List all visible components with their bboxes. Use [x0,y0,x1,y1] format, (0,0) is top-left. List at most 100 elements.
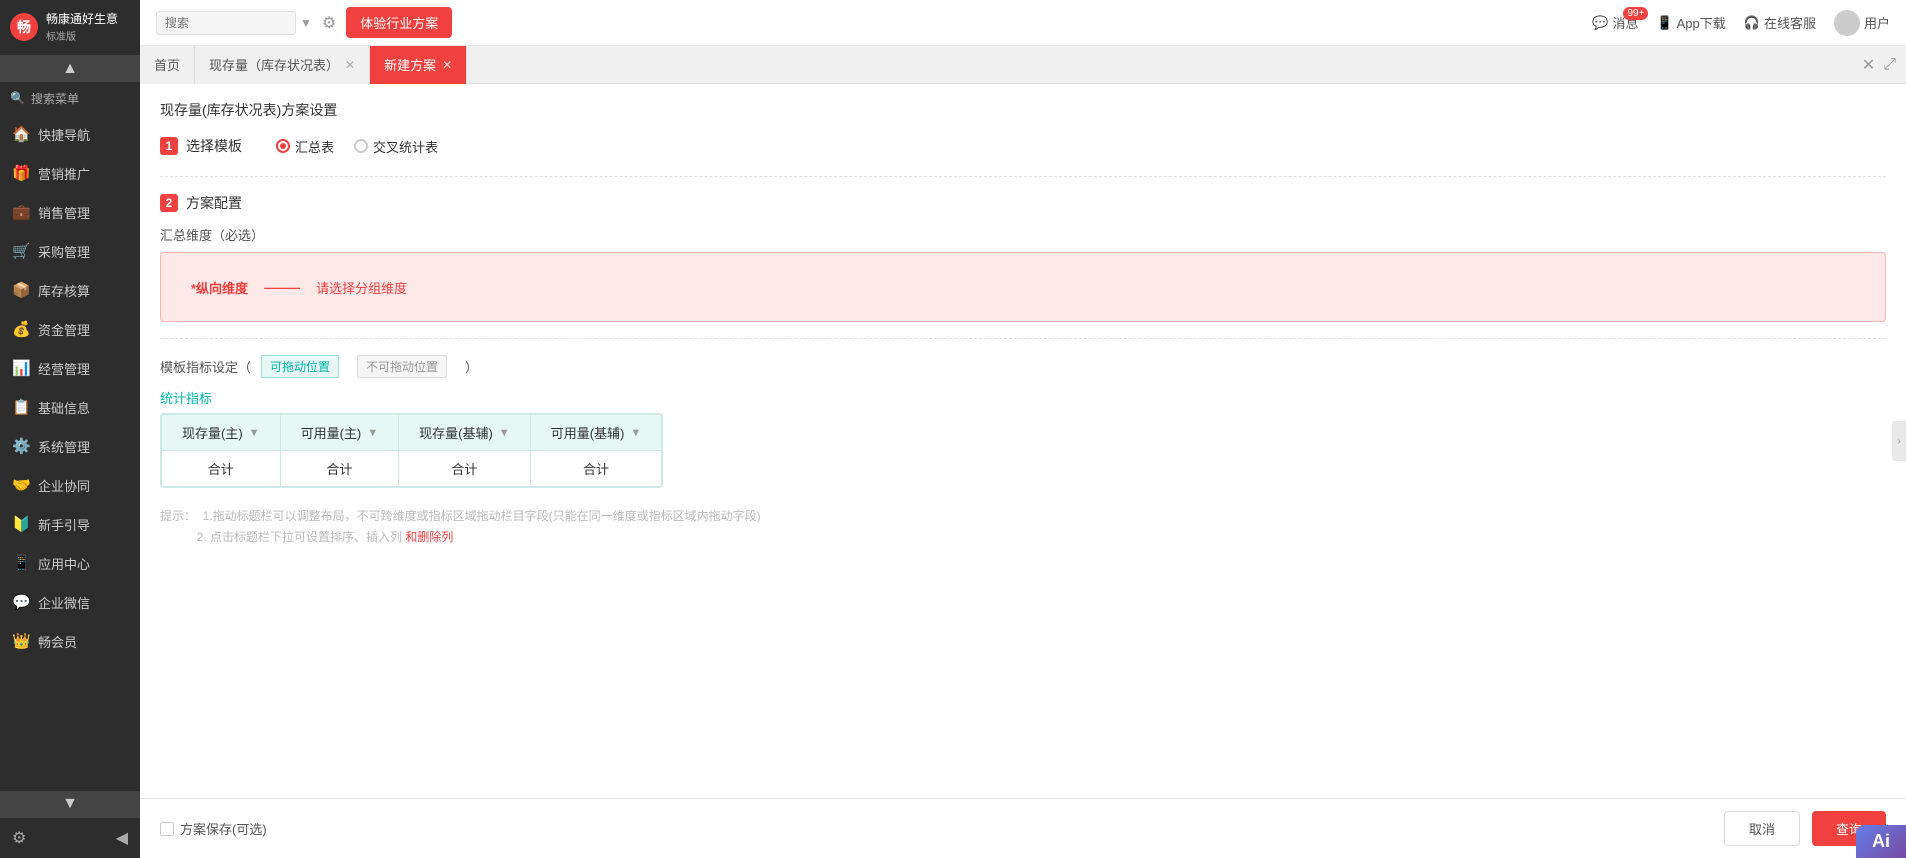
sidebar-item-label: 畅会员 [38,632,77,651]
topbar-messages[interactable]: 💬 消息 99+ [1592,13,1638,32]
main-area: ▼ ⚙ 体验行业方案 💬 消息 99+ 📱 App下载 🎧 在线客服 用户 [140,0,1906,858]
col-current-aux[interactable]: 现存量(基辅) ▼ [399,415,531,451]
search-dropdown-icon[interactable]: ▼ [300,16,312,30]
content-inner: 现存量(库存状况表)方案设置 1 选择模板 汇总表 交叉统计表 [140,84,1906,798]
sidebar-item-finance[interactable]: 💰 资金管理 [0,310,140,349]
topbar-search-area: ▼ [156,11,312,35]
radio-cross[interactable]: 交叉统计表 [354,137,438,156]
stats-table-summary-row: 合计 合计 合计 合计 [162,451,662,487]
sidebar-item-sales[interactable]: 💼 销售管理 [0,193,140,232]
topbar-right: 💬 消息 99+ 📱 App下载 🎧 在线客服 用户 [1592,10,1890,36]
sidebar-item-label: 采购管理 [38,242,90,261]
tabs-bar: 首页 现存量（库存状况表） ✕ 新建方案 ✕ ✕ ⤢ [140,46,1906,84]
sidebar-item-app-center[interactable]: 📱 应用中心 [0,544,140,583]
tab-inventory-status[interactable]: 现存量（库存状况表） ✕ [195,46,370,84]
dim-arrow: —— [264,277,300,298]
col-available-main-label: 可用量(主) [301,423,362,442]
topbar-gear-icon[interactable]: ⚙ [322,13,336,33]
save-checkbox[interactable] [160,822,174,836]
dimension-box[interactable]: *纵向维度 —— 请选择分组维度 [160,252,1886,322]
tip-2: 2. 点击标题栏下拉可设置排序、插入列 和删除列 [160,528,1886,545]
topbar-customer-service[interactable]: 🎧 在线客服 [1744,13,1816,32]
sidebar-item-quick-nav[interactable]: 🏠 快捷导航 [0,115,140,154]
dim-placeholder: 请选择分组维度 [316,278,407,297]
col-current-aux-dropdown[interactable]: ▼ [499,427,510,439]
sidebar-item-label: 应用中心 [38,554,90,573]
col-available-aux-dropdown[interactable]: ▼ [630,427,641,439]
sidebar-item-label: 营销推广 [38,164,90,183]
section-template: 1 选择模板 汇总表 交叉统计表 [160,136,1886,156]
new-user-icon: 🔰 [12,515,30,533]
sidebar-search[interactable]: 🔍 搜索菜单 [0,82,140,115]
system-icon: ⚙️ [12,437,30,455]
col-available-aux[interactable]: 可用量(基辅) ▼ [530,415,662,451]
sidebar-item-inventory[interactable]: 📦 库存核算 [0,271,140,310]
window-expand-btn[interactable]: ⤢ [1883,56,1896,74]
sidebar-item-system[interactable]: ⚙️ 系统管理 [0,427,140,466]
cancel-button[interactable]: 取消 [1724,811,1800,846]
sidebar-item-label: 经营管理 [38,359,90,378]
content-footer: 方案保存(可选) 取消 查询 [140,798,1906,858]
tips-link[interactable]: 和删除列 [405,530,453,544]
col-available-main[interactable]: 可用量(主) ▼ [280,415,399,451]
sidebar-item-operations[interactable]: 📊 经营管理 [0,349,140,388]
cooperation-icon: 🤝 [12,476,30,494]
user-avatar [1834,10,1860,36]
col-current-aux-label: 现存量(基辅) [419,423,493,442]
topbar-app-download[interactable]: 📱 App下载 [1656,13,1725,32]
user-name: 用户 [1864,13,1890,32]
cell-sum-1: 合计 [162,451,281,487]
right-collapse-handle[interactable]: › [1892,421,1906,461]
service-icon: 🎧 [1744,15,1760,31]
sidebar-item-basic-info[interactable]: 📋 基础信息 [0,388,140,427]
radio-cross-label: 交叉统计表 [373,137,438,156]
content-area: 现存量(库存状况表)方案设置 1 选择模板 汇总表 交叉统计表 [140,84,1906,798]
stats-label: 统计指标 [160,388,1886,407]
topbar-user[interactable]: 用户 [1834,10,1890,36]
save-option[interactable]: 方案保存(可选) [160,819,267,838]
tab-inventory-close[interactable]: ✕ [345,58,355,72]
tab-new-plan-label: 新建方案 [384,55,436,74]
section2-label: 方案配置 [186,193,242,213]
sidebar-item-new-user[interactable]: 🔰 新手引导 [0,505,140,544]
tips-section: 提示： 1.拖动标题栏可以调整布局，不可跨维度或指标区域拖动栏目字段(只能在同一… [160,507,1886,545]
quick-nav-icon: 🏠 [12,125,30,143]
tab-home[interactable]: 首页 [140,46,195,84]
topbar-left: ▼ ⚙ 体验行业方案 [156,7,452,38]
tab-new-plan[interactable]: 新建方案 ✕ [370,46,467,84]
col-current-main[interactable]: 现存量(主) ▼ [162,415,281,451]
tab-new-plan-close[interactable]: ✕ [442,58,452,72]
section-divider-1 [160,176,1886,177]
window-close-btn[interactable]: ✕ [1862,55,1875,75]
collapse-icon[interactable]: ◀ [116,828,128,848]
search-icon: 🔍 [10,91,25,105]
ai-badge[interactable]: Ai [1856,825,1906,858]
cell-sum-2: 合计 [280,451,399,487]
tab-home-label: 首页 [154,55,180,74]
settings-icon[interactable]: ⚙ [12,828,26,848]
stats-table-wrap: 现存量(主) ▼ 可用量(主) ▼ [160,413,663,488]
sidebar-logo-info: 畅康通好生意 标准版 [46,12,118,43]
sidebar-logo: 畅 畅康通好生意 标准版 [0,0,140,56]
col-available-aux-label: 可用量(基辅) [551,423,625,442]
section1-label: 选择模板 [186,136,242,156]
sidebar-scroll-down[interactable]: ▼ [0,791,140,817]
col-available-main-dropdown[interactable]: ▼ [367,427,378,439]
col-current-main-dropdown[interactable]: ▼ [249,427,260,439]
sidebar-item-wechat[interactable]: 💬 企业微信 [0,583,140,622]
sidebar-item-marketing[interactable]: 🎁 营销推广 [0,154,140,193]
radio-summary[interactable]: 汇总表 [276,137,334,156]
sidebar-scroll-up[interactable]: ▲ [0,56,140,82]
dimension-label: 汇总维度（必选） [160,225,1886,244]
stats-table: 现存量(主) ▼ 可用量(主) ▼ [161,414,662,487]
template-radio-group: 汇总表 交叉统计表 [276,137,438,156]
radio-cross-circle [354,139,368,153]
wechat-icon: 💬 [12,593,30,611]
sidebar-item-member[interactable]: 👑 畅会员 [0,622,140,661]
experience-btn[interactable]: 体验行业方案 [346,7,452,38]
sidebar-item-purchase[interactable]: 🛒 采购管理 [0,232,140,271]
topbar-search-input[interactable] [156,11,296,35]
message-icon: 💬 [1592,15,1608,31]
sidebar-item-cooperation[interactable]: 🤝 企业协同 [0,466,140,505]
app-icon: 📱 [1656,15,1672,31]
